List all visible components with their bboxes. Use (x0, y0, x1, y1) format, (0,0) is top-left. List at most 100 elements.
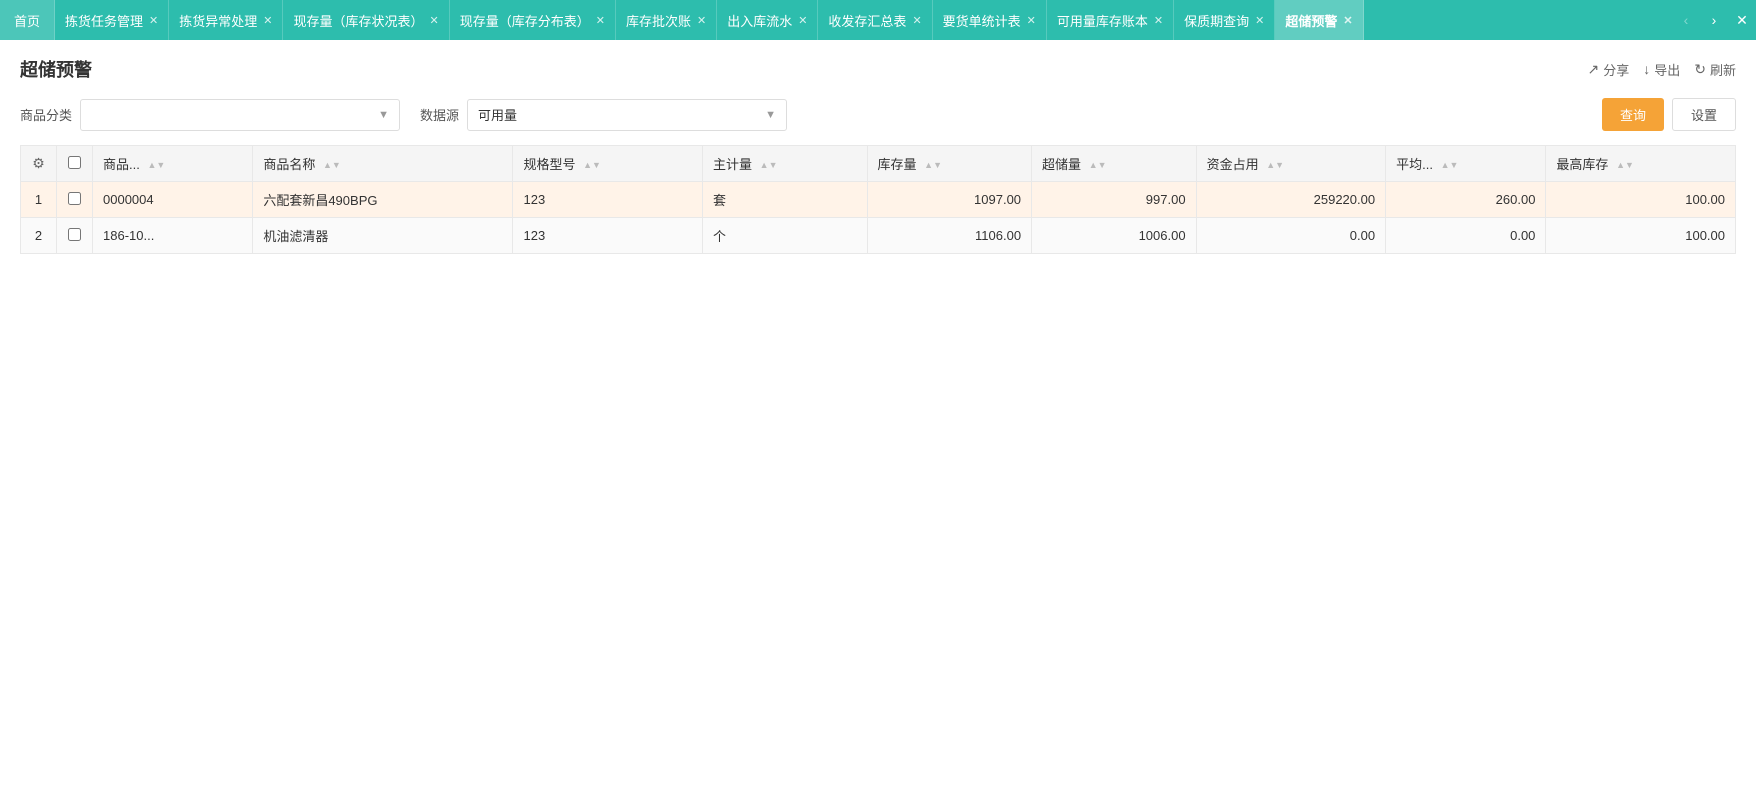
page-title: 超储预警 (20, 56, 92, 82)
datasource-select[interactable]: 可用量 ▼ (467, 99, 787, 131)
nav-item-9[interactable]: 可用量库存账本 ✕ (1047, 0, 1174, 40)
header-actions: ↗ 分享 ↓ 导出 ↻ 刷新 (1587, 60, 1736, 79)
col-header-max[interactable]: 最高库存 ▲▼ (1546, 146, 1736, 182)
col-header-overstock[interactable]: 超储量 ▲▼ (1032, 146, 1197, 182)
row-unit-1: 个 (703, 218, 868, 254)
nav-close-icon[interactable]: ✕ (1255, 14, 1264, 27)
gear-icon[interactable]: ⚙ (32, 155, 45, 171)
row-product-code-1: 186-10... (93, 218, 253, 254)
nav-item-label: 超储预警 (1285, 11, 1337, 30)
col-header-product-name[interactable]: 商品名称 ▲▼ (253, 146, 513, 182)
filter-row: 商品分类 ▼ 数据源 可用量 ▼ 查询 设置 (20, 98, 1736, 131)
nav-item-label: 出入库流水 (727, 11, 792, 30)
nav-item-7[interactable]: 收发存汇总表✕ (818, 0, 932, 40)
row-overstock-0: 997.00 (1032, 182, 1197, 218)
chevron-down-icon-2: ▼ (765, 109, 776, 121)
row-capital-1: 0.00 (1196, 218, 1386, 254)
table-row: 2 186-10... 机油滤清器 123 个 1106.00 1006.00 … (21, 218, 1736, 254)
nav-item-label: 拣货任务管理 (65, 11, 143, 30)
row-stock-1: 1106.00 (867, 218, 1032, 254)
select-all-checkbox[interactable] (68, 156, 81, 169)
refresh-button[interactable]: ↻ 刷新 (1694, 60, 1736, 79)
nav-item-label: 拣货异常处理 (179, 11, 257, 30)
nav-close-icon[interactable]: ✕ (263, 14, 272, 27)
datasource-label: 数据源 (420, 105, 459, 124)
query-button[interactable]: 查询 (1602, 98, 1664, 131)
category-select[interactable]: ▼ (80, 99, 400, 131)
sort-icon-capital: ▲▼ (1266, 161, 1284, 170)
nav-item-8[interactable]: 要货单统计表 ✕ (933, 0, 1047, 40)
col-avg-label: 平均... (1396, 157, 1433, 172)
nav-bar: 首页 拣货任务管理✕拣货异常处理✕现存量（库存状况表）✕现存量（库存分布表）✕库… (0, 0, 1756, 40)
col-header-avg[interactable]: 平均... ▲▼ (1386, 146, 1546, 182)
row-spec-1: 123 (513, 218, 703, 254)
row-num-1: 2 (21, 218, 57, 254)
category-filter-group: 商品分类 ▼ (20, 99, 400, 131)
nav-arrow-close[interactable]: ✕ (1728, 0, 1756, 40)
nav-item-label: 要货单统计表 (943, 11, 1021, 30)
nav-close-icon[interactable]: ✕ (697, 14, 706, 27)
nav-item-10[interactable]: 保质期查询✕ (1174, 0, 1275, 40)
col-header-product-code[interactable]: 商品... ▲▼ (93, 146, 253, 182)
table-header: ⚙ 商品... ▲▼ 商品名称 ▲▼ 规格型号 ▲▼ 主计 (21, 146, 1736, 182)
row-checkbox-1[interactable] (57, 218, 93, 254)
nav-item-1[interactable]: 拣货任务管理 ✕ (55, 0, 169, 40)
col-product-code-label: 商品... (103, 157, 140, 172)
nav-home-label: 首页 (14, 11, 40, 30)
col-header-unit[interactable]: 主计量 ▲▼ (703, 146, 868, 182)
row-checkbox-0[interactable] (57, 182, 93, 218)
col-stock-label: 库存量 (878, 157, 917, 172)
export-button[interactable]: ↓ 导出 (1643, 60, 1680, 79)
col-header-capital[interactable]: 资金占用 ▲▼ (1196, 146, 1386, 182)
refresh-label: 刷新 (1710, 60, 1736, 79)
row-overstock-1: 1006.00 (1032, 218, 1197, 254)
row-product-name-1: 机油滤清器 (253, 218, 513, 254)
row-avg-1: 0.00 (1386, 218, 1546, 254)
nav-item-label: 现存量（库存分布表） (460, 11, 590, 30)
refresh-icon: ↻ (1694, 61, 1706, 78)
nav-close-icon[interactable]: ✕ (596, 14, 605, 27)
nav-item-label: 现存量（库存状况表） (293, 11, 423, 30)
nav-arrow-right[interactable]: › (1700, 0, 1728, 40)
col-capital-label: 资金占用 (1207, 157, 1259, 172)
share-icon: ↗ (1587, 61, 1599, 78)
nav-item-5[interactable]: 库存批次账 ✕ (616, 0, 717, 40)
nav-close-icon[interactable]: ✕ (798, 14, 807, 27)
export-label: 导出 (1654, 60, 1680, 79)
col-spec-label: 规格型号 (523, 157, 575, 172)
nav-close-icon[interactable]: ✕ (1343, 14, 1352, 27)
page-content: 超储预警 ↗ 分享 ↓ 导出 ↻ 刷新 商品分类 ▼ 数据源 (0, 40, 1756, 800)
col-header-spec[interactable]: 规格型号 ▲▼ (513, 146, 703, 182)
share-label: 分享 (1603, 60, 1629, 79)
nav-close-icon[interactable]: ✕ (430, 14, 439, 27)
nav-close-icon[interactable]: ✕ (1154, 14, 1163, 27)
row-num-0: 1 (21, 182, 57, 218)
row-select-checkbox-1[interactable] (68, 228, 81, 241)
nav-arrow-left[interactable]: ‹ (1672, 0, 1700, 40)
share-button[interactable]: ↗ 分享 (1587, 60, 1629, 79)
col-header-stock[interactable]: 库存量 ▲▼ (867, 146, 1032, 182)
table-row: 1 0000004 六配套新昌490BPG 123 套 1097.00 997.… (21, 182, 1736, 218)
row-select-checkbox-0[interactable] (68, 192, 81, 205)
row-spec-0: 123 (513, 182, 703, 218)
nav-close-icon[interactable]: ✕ (912, 14, 921, 27)
nav-item-2[interactable]: 拣货异常处理 ✕ (169, 0, 283, 40)
row-max-stock-1: 100.00 (1546, 218, 1736, 254)
nav-item-11[interactable]: 超储预警 ✕ (1275, 0, 1363, 40)
page-header: 超储预警 ↗ 分享 ↓ 导出 ↻ 刷新 (20, 56, 1736, 82)
nav-close-icon[interactable]: ✕ (1027, 14, 1036, 27)
nav-item-3[interactable]: 现存量（库存状况表） ✕ (283, 0, 449, 40)
settings-button[interactable]: 设置 (1672, 98, 1736, 131)
nav-home[interactable]: 首页 (0, 0, 55, 40)
nav-item-4[interactable]: 现存量（库存分布表） ✕ (450, 0, 616, 40)
nav-close-icon[interactable]: ✕ (149, 14, 158, 27)
datasource-value: 可用量 (478, 105, 517, 124)
table-body: 1 0000004 六配套新昌490BPG 123 套 1097.00 997.… (21, 182, 1736, 254)
nav-item-label: 库存批次账 (626, 11, 691, 30)
col-header-checkbox (57, 146, 93, 182)
col-max-label: 最高库存 (1556, 157, 1608, 172)
col-header-settings[interactable]: ⚙ (21, 146, 57, 182)
row-unit-0: 套 (703, 182, 868, 218)
nav-item-label: 可用量库存账本 (1057, 11, 1148, 30)
nav-item-6[interactable]: 出入库流水 ✕ (717, 0, 818, 40)
